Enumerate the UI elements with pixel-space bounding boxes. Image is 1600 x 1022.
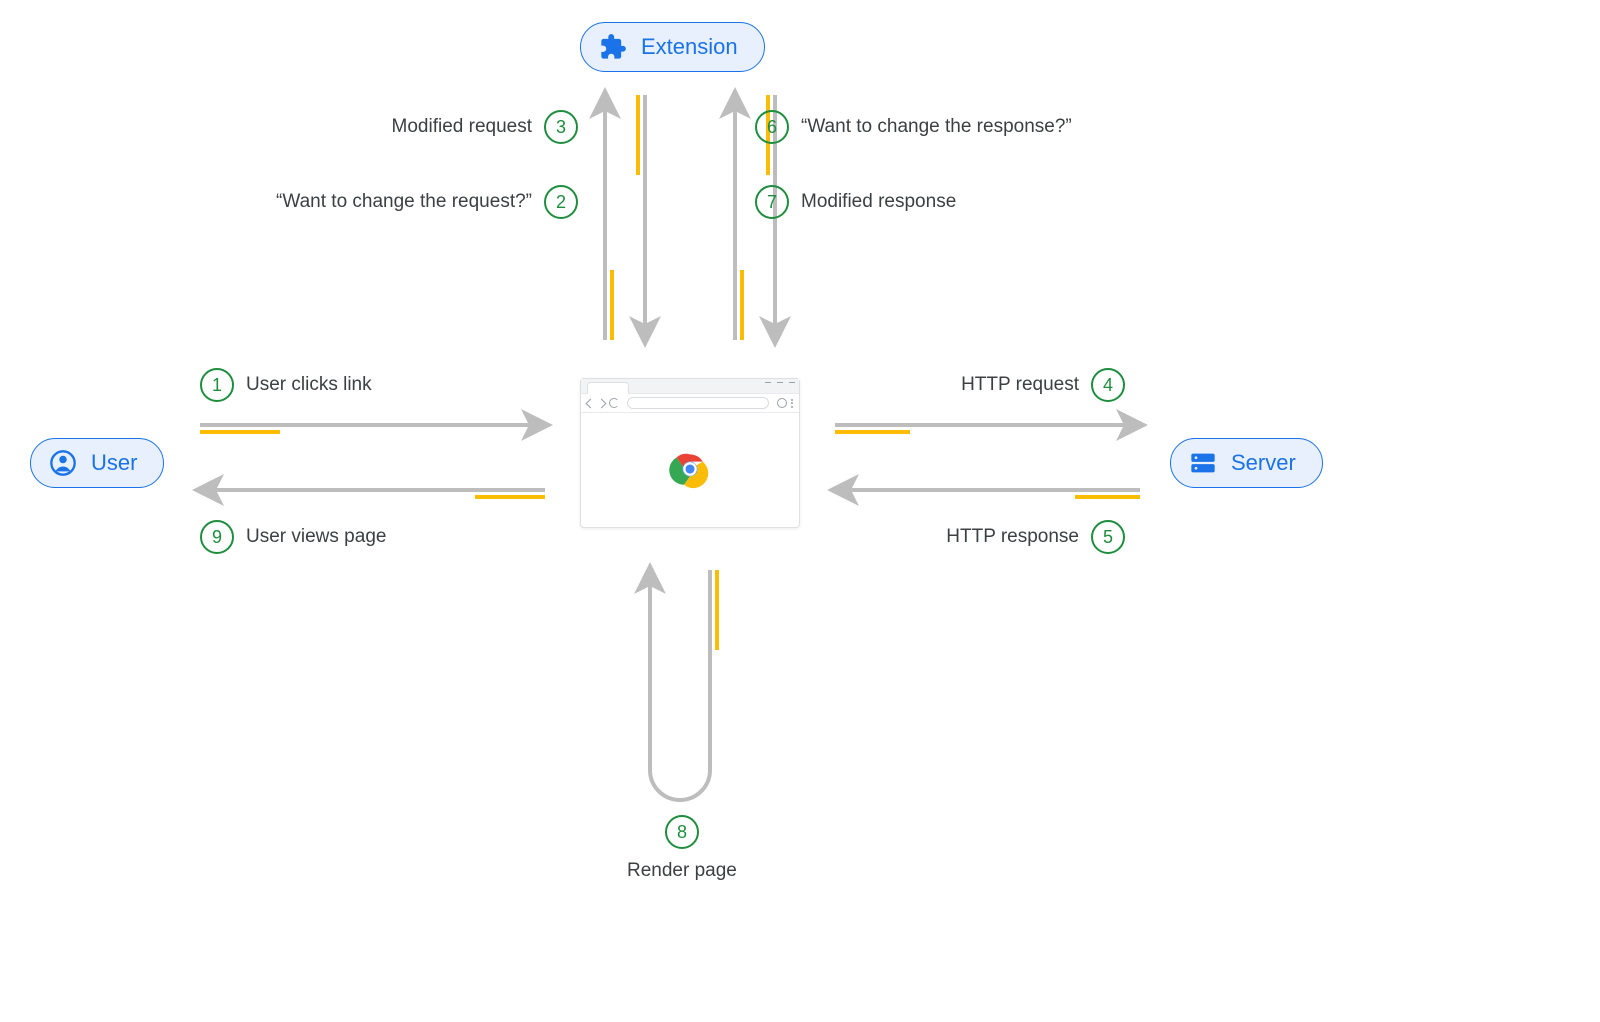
user-icon: [49, 449, 77, 477]
step-4: 4 HTTP request: [961, 368, 1125, 402]
step-5: 5 HTTP response: [946, 520, 1125, 554]
step-label: Modified response: [801, 191, 956, 213]
step-number: 4: [1091, 368, 1125, 402]
step-6: 6 “Want to change the response?”: [755, 110, 1072, 144]
diagram-canvas: { "nodes": { "extension": "Extension", "…: [0, 0, 1600, 1022]
node-server-label: Server: [1231, 450, 1296, 476]
refresh-icon: [609, 398, 619, 408]
step-label: User clicks link: [246, 374, 372, 396]
step-number: 8: [665, 815, 699, 849]
chrome-logo-icon: [668, 447, 712, 496]
menu-icon: [791, 399, 793, 408]
step-label: User views page: [246, 526, 386, 548]
server-icon: [1189, 449, 1217, 477]
step-number: 5: [1091, 520, 1125, 554]
step-label: “Want to change the response?”: [801, 116, 1072, 138]
step-number: 6: [755, 110, 789, 144]
step-7: 7 Modified response: [755, 185, 956, 219]
step-number: 1: [200, 368, 234, 402]
step-number: 7: [755, 185, 789, 219]
arrow-8: [650, 570, 710, 800]
step-8-label: Render page: [627, 860, 737, 882]
step-label: “Want to change the request?”: [276, 191, 532, 213]
step-label: Render page: [627, 860, 737, 882]
node-server: Server: [1170, 438, 1323, 488]
step-label: HTTP response: [946, 526, 1079, 548]
step-1: 1 User clicks link: [200, 368, 372, 402]
step-number: 9: [200, 520, 234, 554]
node-extension: Extension: [580, 22, 765, 72]
node-user-label: User: [91, 450, 137, 476]
node-extension-label: Extension: [641, 34, 738, 60]
step-3: 3 Modified request: [392, 110, 578, 144]
step-2: 2 “Want to change the request?”: [276, 185, 578, 219]
forward-icon: [597, 398, 607, 408]
browser-tabstrip: [581, 379, 799, 394]
address-bar: [627, 397, 769, 409]
step-label: HTTP request: [961, 374, 1079, 396]
node-user: User: [30, 438, 164, 488]
step-8-number: 8: [665, 815, 699, 849]
browser-toolbar: [581, 394, 799, 413]
step-label: Modified request: [392, 116, 532, 138]
back-icon: [586, 398, 596, 408]
step-number: 3: [544, 110, 578, 144]
puzzle-piece-icon: [599, 33, 627, 61]
step-9: 9 User views page: [200, 520, 386, 554]
node-browser: [580, 378, 800, 528]
arrow-layer: [0, 0, 1600, 1022]
profile-icon: [777, 398, 787, 408]
step-number: 2: [544, 185, 578, 219]
